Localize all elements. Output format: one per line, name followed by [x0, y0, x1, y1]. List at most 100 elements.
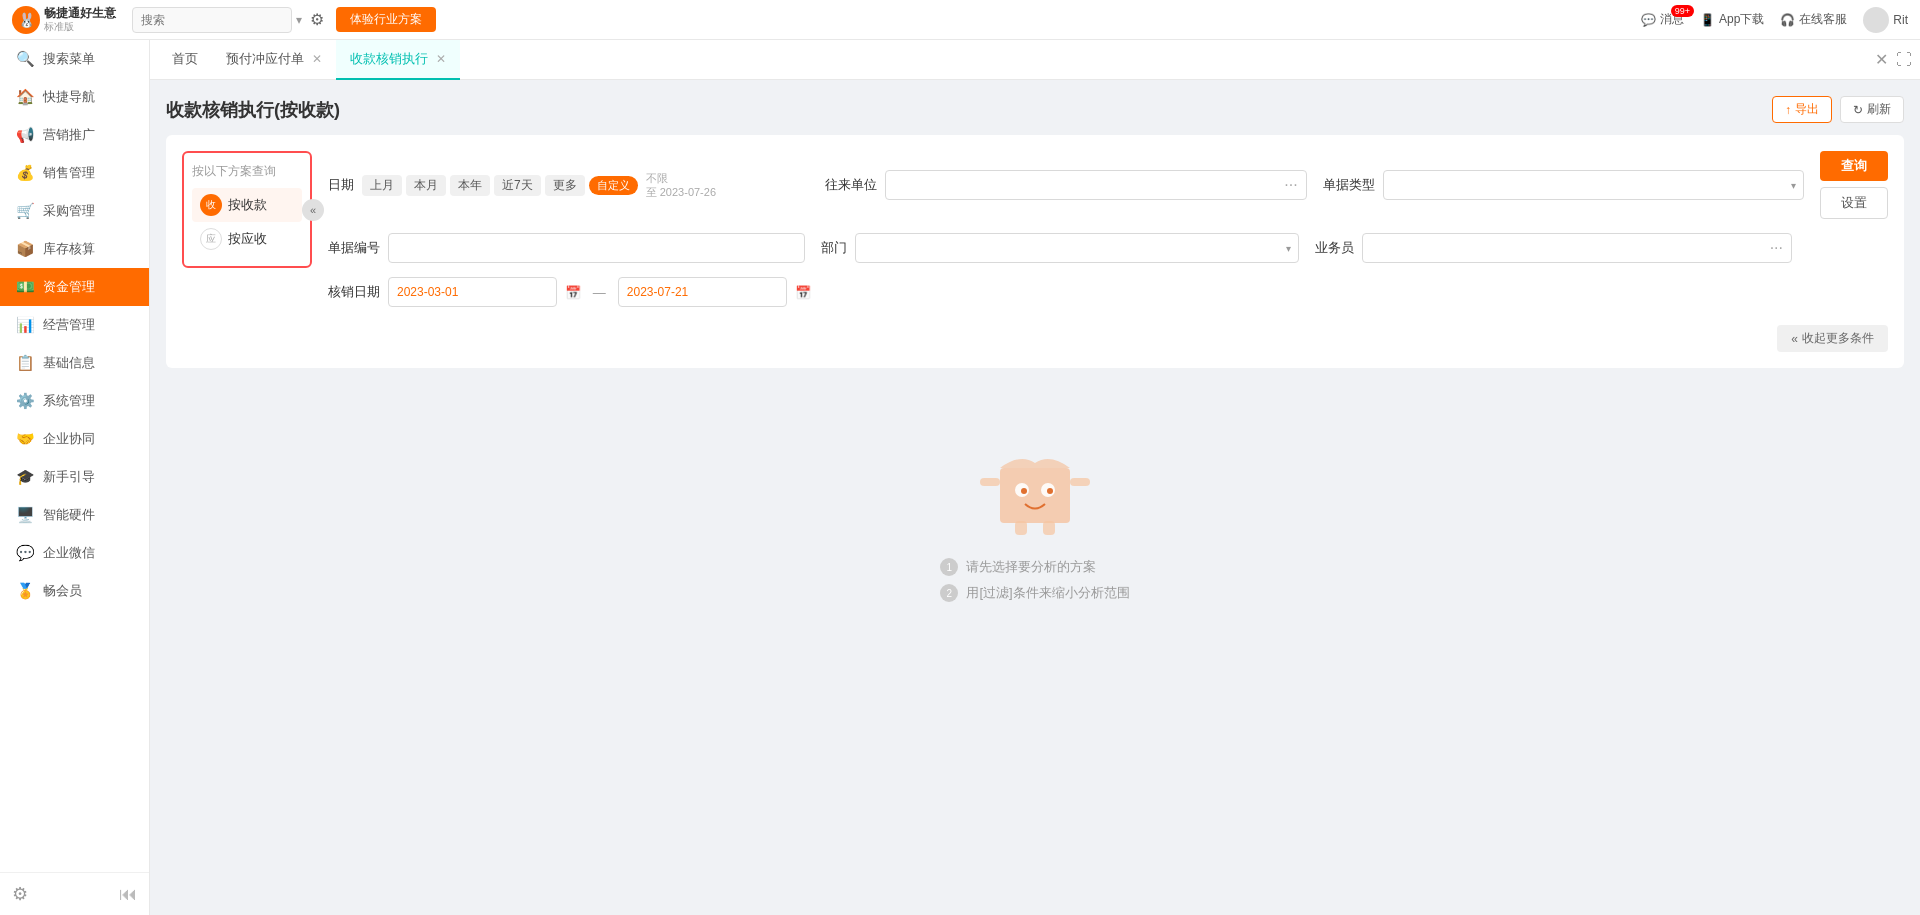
sidebar-item-finance[interactable]: 💵 资金管理: [0, 268, 149, 306]
sidebar-item-sales[interactable]: 💰 销售管理: [0, 154, 149, 192]
content-area: 首页 预付冲应付单 ✕ 收款核销执行 ✕ ✕ ⛶ 收款核销执行(按收款): [150, 40, 1920, 915]
dept-select[interactable]: [855, 233, 1298, 263]
username-label: Rit: [1893, 13, 1908, 27]
counterparty-text-input[interactable]: [894, 178, 1280, 192]
sales-ellipsis-btn[interactable]: ···: [1766, 239, 1787, 257]
tab-bar-close-icon[interactable]: ✕: [1875, 50, 1888, 69]
page-title: 收款核销执行(按收款): [166, 98, 340, 122]
tip-number-1: 1: [940, 558, 958, 576]
counterparty-input[interactable]: ···: [885, 170, 1306, 200]
filter-panel: 按以下方案查询 收 按收款 应 按应收 «: [166, 135, 1904, 368]
app-icon: 📱: [1700, 13, 1715, 27]
sidebar-label-wechat: 企业微信: [43, 544, 95, 562]
date-btn-this-year[interactable]: 本年: [450, 175, 490, 196]
tab-prepay-close[interactable]: ✕: [312, 52, 322, 66]
message-btn[interactable]: 💬 消息 99+: [1641, 11, 1684, 28]
tab-bar-expand-icon[interactable]: ⛶: [1896, 51, 1912, 69]
doctype-select[interactable]: [1383, 170, 1804, 200]
more-conditions-btn[interactable]: « 收起更多条件: [1777, 325, 1888, 352]
date-btn-last-month[interactable]: 上月: [362, 175, 402, 196]
settings-btn[interactable]: 设置: [1820, 187, 1888, 219]
sidebar-item-purchase[interactable]: 🛒 采购管理: [0, 192, 149, 230]
verify-date-end-input[interactable]: [618, 277, 787, 307]
sidebar-item-member[interactable]: 🏅 畅会员: [0, 572, 149, 610]
app-download-btn[interactable]: 📱 App下载: [1700, 11, 1764, 28]
date-no-limit: 不限 至 2023-07-26: [646, 171, 716, 200]
date-btn-last-7days[interactable]: 近7天: [494, 175, 541, 196]
wechat-icon: 💬: [16, 544, 35, 562]
verify-date-separator: —: [589, 285, 610, 300]
home-icon: 🏠: [16, 88, 35, 106]
sidebar-label-member: 畅会员: [43, 582, 82, 600]
verify-date-label: 核销日期: [328, 283, 380, 301]
tab-receipt-verify-label: 收款核销执行: [350, 50, 428, 68]
sidebar-item-wechat[interactable]: 💬 企业微信: [0, 534, 149, 572]
sidebar-item-system[interactable]: ⚙️ 系统管理: [0, 382, 149, 420]
more-conditions-row: « 收起更多条件: [328, 321, 1888, 352]
member-icon: 🏅: [16, 582, 35, 600]
inventory-icon: 📦: [16, 240, 35, 258]
sidebar-item-operations[interactable]: 📊 经营管理: [0, 306, 149, 344]
tab-receipt-verify[interactable]: 收款核销执行 ✕: [336, 40, 460, 80]
sidebar-bottom: ⚙ ⏮: [0, 872, 149, 915]
tab-receipt-verify-close[interactable]: ✕: [436, 52, 446, 66]
sidebar-item-hardware[interactable]: 🖥️ 智能硬件: [0, 496, 149, 534]
date-btn-this-month[interactable]: 本月: [406, 175, 446, 196]
date-btn-custom[interactable]: 自定义: [589, 176, 638, 195]
sidebar-item-enterprise[interactable]: 🤝 企业协同: [0, 420, 149, 458]
date-btn-more[interactable]: 更多: [545, 175, 585, 196]
topbar-chevron-icon[interactable]: ▾: [296, 13, 302, 27]
sidebar-item-search-menu[interactable]: 🔍 搜索菜单: [0, 40, 149, 78]
collapse-panel-btn[interactable]: «: [302, 199, 324, 221]
tab-prepay[interactable]: 预付冲应付单 ✕: [212, 40, 336, 80]
user-area[interactable]: Rit: [1863, 7, 1908, 33]
verify-date-start-input[interactable]: [388, 277, 557, 307]
industry-btn[interactable]: 体验行业方案: [336, 7, 436, 32]
date-label: 日期: [328, 176, 354, 194]
sidebar-label-system: 系统管理: [43, 392, 95, 410]
filter-option-by-receipt[interactable]: 收 按收款: [192, 188, 302, 222]
sales-input[interactable]: ···: [1362, 233, 1792, 263]
query-btn[interactable]: 查询: [1820, 151, 1888, 181]
svg-rect-8: [1043, 521, 1055, 535]
sidebar: 🔍 搜索菜单 🏠 快捷导航 📢 营销推广 💰 销售管理 🛒 采购管理 📦 库存核…: [0, 40, 150, 915]
docno-input[interactable]: [388, 233, 805, 263]
marketing-icon: 📢: [16, 126, 35, 144]
sidebar-item-inventory[interactable]: 📦 库存核算: [0, 230, 149, 268]
sales-text-input[interactable]: [1371, 241, 1766, 255]
headset-icon: 🎧: [1780, 13, 1795, 27]
sidebar-label-basic: 基础信息: [43, 354, 95, 372]
operations-icon: 📊: [16, 316, 35, 334]
sidebar-collapse-icon[interactable]: ⏮: [119, 884, 137, 905]
empty-tip-1: 1 请先选择要分析的方案: [940, 558, 1129, 576]
verify-date-calendar-icon-start[interactable]: 📅: [565, 285, 581, 300]
online-service-btn[interactable]: 🎧 在线客服: [1780, 11, 1847, 28]
refresh-btn[interactable]: ↻ 刷新: [1840, 96, 1904, 123]
empty-tip-2: 2 用[过滤]条件来缩小分析范围: [940, 584, 1129, 602]
counterparty-ellipsis-btn[interactable]: ···: [1280, 176, 1301, 194]
filter-verify-date-field: 核销日期 📅 — 📅: [328, 277, 811, 307]
sidebar-item-guide[interactable]: 🎓 新手引导: [0, 458, 149, 496]
by-receivable-label: 按应收: [228, 230, 267, 248]
topbar-search-input[interactable]: [132, 7, 292, 33]
topbar-gear-icon[interactable]: ⚙: [310, 10, 324, 29]
export-btn[interactable]: ↑ 导出: [1772, 96, 1832, 123]
svg-rect-0: [1000, 468, 1070, 523]
sidebar-label-finance: 资金管理: [43, 278, 95, 296]
sidebar-item-marketing[interactable]: 📢 营销推广: [0, 116, 149, 154]
svg-rect-7: [1015, 521, 1027, 535]
sidebar-label-purchase: 采购管理: [43, 202, 95, 220]
settings-gear-icon[interactable]: ⚙: [12, 883, 28, 905]
verify-date-calendar-icon-end[interactable]: 📅: [795, 285, 811, 300]
sidebar-item-quick-nav[interactable]: 🏠 快捷导航: [0, 78, 149, 116]
tab-home[interactable]: 首页: [158, 40, 212, 80]
action-buttons: 查询 设置: [1820, 151, 1888, 219]
svg-rect-5: [980, 478, 1000, 486]
empty-tips: 1 请先选择要分析的方案 2 用[过滤]条件来缩小分析范围: [940, 558, 1129, 602]
tab-bar-actions: ✕ ⛶: [1875, 50, 1912, 69]
sales-label: 业务员: [1315, 239, 1354, 257]
filter-option-by-receivable[interactable]: 应 按应收: [192, 222, 302, 256]
filter-docno-field: 单据编号: [328, 233, 805, 263]
sidebar-item-basic-info[interactable]: 📋 基础信息: [0, 344, 149, 382]
purchase-icon: 🛒: [16, 202, 35, 220]
